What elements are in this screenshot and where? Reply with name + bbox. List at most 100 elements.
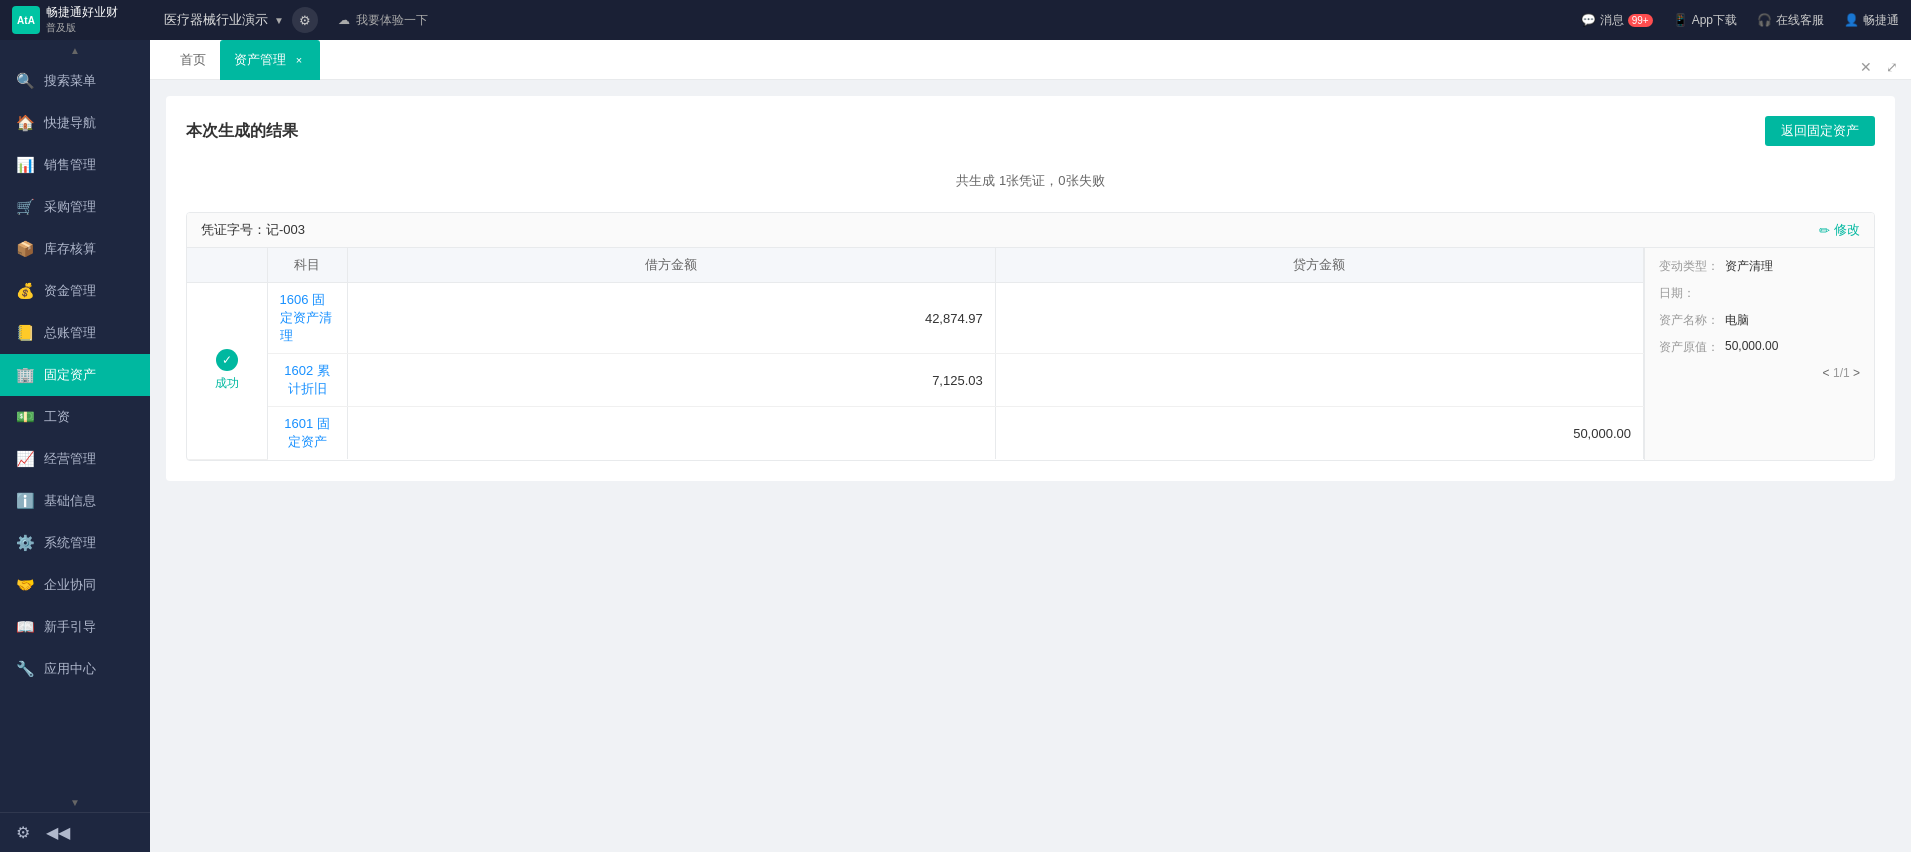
app-download-button[interactable]: 📱 App下载: [1673, 12, 1737, 29]
expand-panel-icon[interactable]: ⤢: [1881, 56, 1903, 78]
asset-name-row: 资产名称： 电脑: [1659, 312, 1860, 329]
message-icon: 💬: [1581, 13, 1596, 27]
next-page[interactable]: >: [1853, 366, 1860, 380]
change-type-value: 资产清理: [1725, 258, 1773, 275]
change-type-label: 变动类型：: [1659, 258, 1719, 275]
phone-icon: 📱: [1673, 13, 1688, 27]
sidebar-item-operations[interactable]: 📈 经营管理: [0, 438, 150, 480]
sidebar-item-fixed-assets[interactable]: 🏢 固定资产: [0, 354, 150, 396]
topbar: AtA 畅捷通好业财 普及版 医疗器械行业演示 ▼ ⚙ ☁ 我要体验一下 💬 消…: [0, 0, 1911, 40]
online-service-button[interactable]: 🎧 在线客服: [1757, 12, 1824, 29]
return-button[interactable]: 返回固定资产: [1765, 116, 1875, 146]
sidebar-scroll-up[interactable]: ▲: [0, 40, 150, 60]
user-menu[interactable]: 👤 畅捷通: [1844, 12, 1899, 29]
fixed-assets-icon: 🏢: [16, 366, 34, 384]
close-panel-icon[interactable]: ✕: [1855, 56, 1877, 78]
sidebar-item-app-center[interactable]: 🔧 应用中心: [0, 648, 150, 690]
voucher-table-area: 科目 借方金额 贷方金额 ✓: [187, 248, 1644, 460]
company-selector[interactable]: 医疗器械行业演示 ▼: [164, 11, 284, 29]
logo-icon: AtA: [12, 6, 40, 34]
tab-asset-mgmt-label: 资产管理: [234, 51, 286, 69]
topbar-right: 💬 消息 99 📱 App下载 🎧 在线客服 👤 畅捷通: [1581, 12, 1899, 29]
messages-label: 消息: [1600, 12, 1624, 29]
summary-line: 共生成 1张凭证，0张失败: [186, 162, 1875, 200]
sidebar-item-guide[interactable]: 📖 新手引导: [0, 606, 150, 648]
sidebar-item-salary[interactable]: 💵 工资: [0, 396, 150, 438]
asset-name-label: 资产名称：: [1659, 312, 1719, 329]
result-header: 本次生成的结果 返回固定资产: [186, 116, 1875, 146]
content-area: 首页 资产管理 × 本次生成的结果 返回固定资产 共生成 1张凭证，0张失败 凭…: [150, 40, 1911, 852]
subject-3: 1601 固定资产: [267, 407, 347, 460]
col-credit: 贷方金额: [995, 248, 1643, 283]
date-row: 日期：: [1659, 285, 1860, 302]
page-content: 本次生成的结果 返回固定资产 共生成 1张凭证，0张失败 凭证字号：记-003 …: [150, 80, 1911, 852]
panel-controls: ✕ ⤢: [1855, 56, 1903, 78]
sidebar-label-app-center: 应用中心: [44, 660, 96, 678]
sidebar-label-inventory: 库存核算: [44, 240, 96, 258]
tab-asset-mgmt-close[interactable]: ×: [292, 53, 306, 67]
table-row: 1601 固定资产 50,000.00: [187, 407, 1644, 460]
credit-1: [995, 283, 1643, 354]
page-title: 本次生成的结果: [186, 121, 298, 142]
sidebar-item-inventory[interactable]: 📦 库存核算: [0, 228, 150, 270]
app-name: 畅捷通好业财: [46, 5, 118, 21]
sidebar-label-fixed-assets: 固定资产: [44, 366, 96, 384]
edit-label: 修改: [1834, 221, 1860, 239]
app-center-icon: 🔧: [16, 660, 34, 678]
sidebar-item-sales[interactable]: 📊 销售管理: [0, 144, 150, 186]
result-panel: 本次生成的结果 返回固定资产 共生成 1张凭证，0张失败 凭证字号：记-003 …: [166, 96, 1895, 481]
sidebar-item-finance[interactable]: 💰 资金管理: [0, 270, 150, 312]
sidebar-label-operations: 经营管理: [44, 450, 96, 468]
subject-1: 1606 固定资产清理: [267, 283, 347, 354]
asset-value-value: 50,000.00: [1725, 339, 1778, 356]
page-indicator: 1/1: [1833, 366, 1853, 380]
user-icon: 👤: [1844, 13, 1859, 27]
voucher-body: 科目 借方金额 贷方金额 ✓: [187, 248, 1874, 460]
credit-2: [995, 354, 1643, 407]
operations-icon: 📈: [16, 450, 34, 468]
sidebar-label-finance: 资金管理: [44, 282, 96, 300]
app-download-label: App下载: [1692, 12, 1737, 29]
sidebar-item-quick-nav[interactable]: 🏠 快捷导航: [0, 102, 150, 144]
sidebar-item-ledger[interactable]: 📒 总账管理: [0, 312, 150, 354]
sales-icon: 📊: [16, 156, 34, 174]
sidebar-label-purchase: 采购管理: [44, 198, 96, 216]
table-row: ✓ 成功 1606 固定资产清理 42,874.97: [187, 283, 1644, 354]
debit-2: 7,125.03: [347, 354, 995, 407]
sidebar-label-sales: 销售管理: [44, 156, 96, 174]
sidebar-item-enterprise[interactable]: 🤝 企业协同: [0, 564, 150, 606]
tab-home[interactable]: 首页: [166, 40, 220, 80]
online-service-label: 在线客服: [1776, 12, 1824, 29]
tab-asset-mgmt[interactable]: 资产管理 ×: [220, 40, 320, 80]
tab-bar: 首页 资产管理 ×: [150, 40, 1911, 80]
sidebar-scroll-down[interactable]: ▼: [0, 792, 150, 812]
asset-name-value: 电脑: [1725, 312, 1749, 329]
sidebar-item-search[interactable]: 🔍 搜索菜单: [0, 60, 150, 102]
sidebar-item-system[interactable]: ⚙️ 系统管理: [0, 522, 150, 564]
status-cell: ✓ 成功: [187, 283, 267, 460]
pagination: < 1/1 >: [1659, 366, 1860, 380]
success-icon: ✓: [216, 349, 238, 371]
experience-text[interactable]: 我要体验一下: [356, 12, 428, 29]
debit-3: [347, 407, 995, 460]
bottom-settings-icon[interactable]: ⚙: [16, 823, 30, 842]
tab-home-label: 首页: [180, 51, 206, 69]
sidebar-collapse-icon[interactable]: ◀◀: [46, 823, 70, 842]
table-row: 1602 累计折旧 7,125.03: [187, 354, 1644, 407]
prev-page[interactable]: <: [1823, 366, 1830, 380]
sidebar-label-guide: 新手引导: [44, 618, 96, 636]
sidebar-nav: 🔍 搜索菜单 🏠 快捷导航 📊 销售管理 🛒 采购管理 📦 库存核算 💰: [0, 60, 150, 792]
username: 畅捷通: [1863, 12, 1899, 29]
sidebar-item-purchase[interactable]: 🛒 采购管理: [0, 186, 150, 228]
headset-icon: 🎧: [1757, 13, 1772, 27]
subject-2: 1602 累计折旧: [267, 354, 347, 407]
sidebar-label-quick-nav: 快捷导航: [44, 114, 96, 132]
sidebar-bottom: ⚙ ◀◀: [0, 812, 150, 852]
sidebar-item-basic-info[interactable]: ℹ️ 基础信息: [0, 480, 150, 522]
voucher-block: 凭证字号：记-003 ✏ 修改 科目: [186, 212, 1875, 461]
messages-button[interactable]: 💬 消息 99: [1581, 12, 1653, 29]
sidebar-label-basic-info: 基础信息: [44, 492, 96, 510]
col-subject: 科目: [267, 248, 347, 283]
edit-button[interactable]: ✏ 修改: [1819, 221, 1860, 239]
settings-icon[interactable]: ⚙: [292, 7, 318, 33]
